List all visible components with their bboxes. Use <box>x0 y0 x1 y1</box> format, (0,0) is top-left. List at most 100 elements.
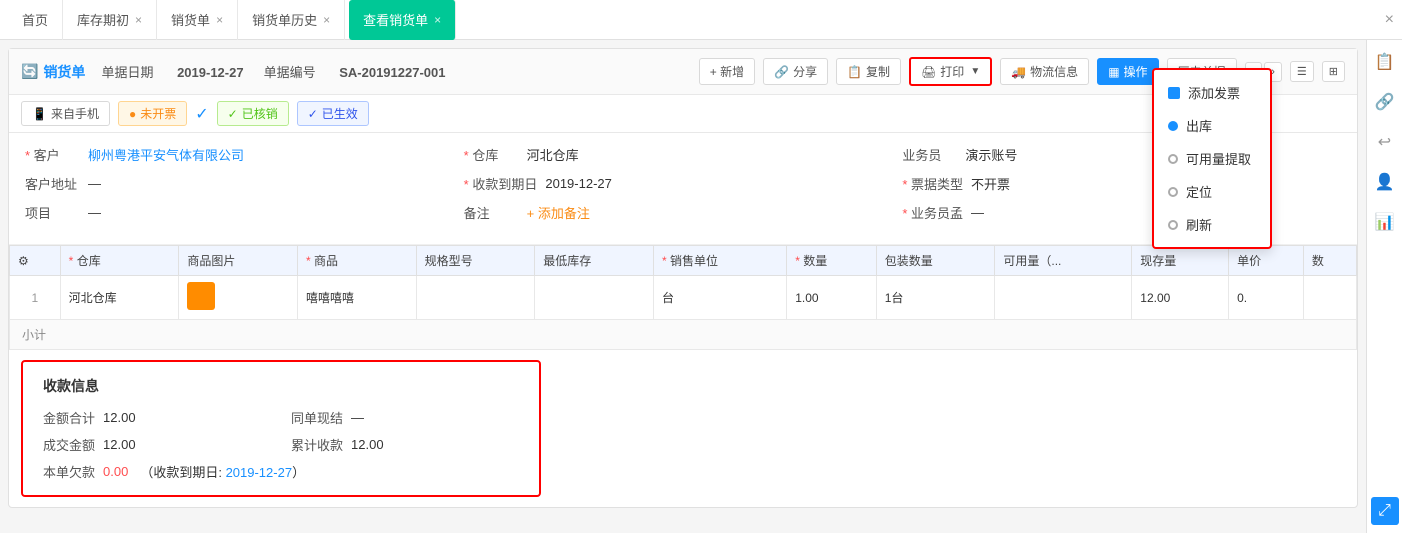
add-remark-btn[interactable]: + 添加备注 <box>527 203 590 222</box>
due-date-field: 收款到期日 2019-12-27 <box>464 174 903 193</box>
sales-manager-value: — <box>971 205 984 220</box>
row-extra <box>1303 276 1356 320</box>
cumulative-value: 12.00 <box>351 437 384 452</box>
address-value: — <box>88 176 101 191</box>
right-sidebar: 📋 🔗 ↩ 👤 📊 ⤢ <box>1366 40 1402 533</box>
customer-field: 客户 柳州粤港平安气体有限公司 <box>25 145 464 164</box>
row-min-stock <box>535 276 654 320</box>
sidebar-icon-1[interactable]: 📋 <box>1371 48 1399 76</box>
layout-button2[interactable]: ⊞ <box>1322 61 1345 82</box>
col-warehouse: 仓库 <box>60 246 179 276</box>
deal-amount-field: 成交金额 12.00 <box>43 435 271 454</box>
col-unit: 销售单位 <box>653 246 786 276</box>
sidebar-icon-3[interactable]: ↩ <box>1371 128 1399 156</box>
subtotal-label: 小计 <box>10 320 1357 350</box>
current-due-value: 0.00 <box>103 464 128 479</box>
dropdown-item-avail[interactable]: 可用量提取 <box>1154 142 1270 175</box>
col-price: 单价 <box>1229 246 1304 276</box>
row-warehouse: 河北仓库 <box>60 276 179 320</box>
same-order-value: — <box>351 410 364 425</box>
row-current: 12.00 <box>1132 276 1229 320</box>
col-qty: 数量 <box>787 246 876 276</box>
row-pkg-qty: 1台 <box>876 276 995 320</box>
warehouse-field: 仓库 河北仓库 <box>464 145 903 164</box>
tab-view-sales[interactable]: 查看销货单 × <box>349 0 456 40</box>
row-qty: 1.00 <box>787 276 876 320</box>
invoice-icon <box>1168 87 1180 99</box>
tab-bar: 首页 库存期初 × 销货单 × 销货单历史 × 查看销货单 × × <box>0 0 1402 40</box>
product-image <box>187 282 215 310</box>
table-header-row: ⚙ 仓库 商品图片 商品 规格型号 最低库存 销售单位 数量 包装数量 可用量（… <box>10 246 1357 276</box>
project-field: 项目 — <box>25 203 464 222</box>
cumulative-field: 累计收款 12.00 <box>291 435 519 454</box>
print-button[interactable]: 🖨 打印 ▼ <box>909 57 992 86</box>
sidebar-icon-5[interactable]: 📊 <box>1371 208 1399 236</box>
tab-close-history[interactable]: × <box>323 13 330 27</box>
row-product: 嘻嘻嘻嘻 <box>297 276 416 320</box>
already-checked-badge: ✓ 已核销 <box>217 101 289 126</box>
table-row: 1 河北仓库 嘻嘻嘻嘻 台 1.00 1台 12 <box>10 276 1357 320</box>
dropdown-item-refresh[interactable]: 刷新 <box>1154 208 1270 241</box>
col-min-stock: 最低库存 <box>535 246 654 276</box>
operation-button[interactable]: ▦ 操作 <box>1097 58 1158 85</box>
layout-button1[interactable]: ☰ <box>1290 61 1314 82</box>
same-order-field: 同单现结 — <box>291 408 519 427</box>
share-button[interactable]: 🔗 分享 <box>763 58 828 85</box>
tab-sales-order[interactable]: 销货单 × <box>157 0 238 40</box>
row-product-img <box>179 276 298 320</box>
col-current: 现存量 <box>1132 246 1229 276</box>
dropdown-item-invoice[interactable]: 添加发票 <box>1154 76 1270 109</box>
amount-total-field: 金额合计 12.00 <box>43 408 271 427</box>
outbound-dot <box>1168 121 1178 131</box>
avail-dot <box>1168 154 1178 164</box>
doc-type-icon: 🔄 <box>21 63 38 80</box>
col-pkg-qty: 包装数量 <box>876 246 995 276</box>
tab-bar-close[interactable]: × <box>1385 11 1394 29</box>
dropdown-item-outbound[interactable]: 出库 <box>1154 109 1270 142</box>
salesperson-field: 业务员 演示账号 <box>902 145 1341 164</box>
not-open-ticket-btn[interactable]: ● 未开票 <box>118 101 187 126</box>
sidebar-icon-2[interactable]: 🔗 <box>1371 88 1399 116</box>
row-unit: 台 <box>653 276 786 320</box>
doc-title: 🔄 销货单 <box>21 62 85 82</box>
sidebar-icon-4[interactable]: 👤 <box>1371 168 1399 196</box>
tab-home[interactable]: 首页 <box>8 0 63 40</box>
address-field: 客户地址 — <box>25 174 464 193</box>
salesperson-value: 演示账号 <box>965 145 1017 164</box>
col-product: 商品 <box>297 246 416 276</box>
refresh-dot <box>1168 220 1178 230</box>
table-wrap: ⚙ 仓库 商品图片 商品 规格型号 最低库存 销售单位 数量 包装数量 可用量（… <box>9 245 1357 350</box>
sidebar-icon-expand[interactable]: ⤢ <box>1371 497 1399 525</box>
col-spec: 规格型号 <box>416 246 535 276</box>
deal-amount-value: 12.00 <box>103 437 136 452</box>
logistics-button[interactable]: 🚚 物流信息 <box>1000 58 1089 85</box>
payment-title: 收款信息 <box>43 376 519 396</box>
row-num: 1 <box>10 276 61 320</box>
dropdown-menu: 添加发票 出库 可用量提取 定位 刷新 <box>1152 68 1272 249</box>
dropdown-item-locate[interactable]: 定位 <box>1154 175 1270 208</box>
tab-close-sales[interactable]: × <box>216 13 223 27</box>
col-more: 数 <box>1303 246 1356 276</box>
ticket-type-value: 不开票 <box>971 174 1010 193</box>
check-icon: ✓ <box>195 104 208 124</box>
subtotal-row: 小计 <box>10 320 1357 350</box>
sales-manager-field: 业务员孟 — <box>902 203 1341 222</box>
warehouse-value: 河北仓库 <box>527 145 579 164</box>
col-avail: 可用量（... <box>995 246 1132 276</box>
copy-button[interactable]: 📋 复制 <box>836 58 901 85</box>
due-date-value: 2019-12-27 <box>545 176 612 191</box>
tab-close-view[interactable]: × <box>434 13 441 27</box>
new-button[interactable]: + 新增 <box>699 58 755 85</box>
ticket-type-field: 票据类型 不开票 <box>902 174 1341 193</box>
col-settings[interactable]: ⚙ <box>10 246 61 276</box>
row-avail <box>995 276 1132 320</box>
doc-meta: 单据日期 2019-12-27 单据编号 SA-20191227-001 <box>101 62 465 81</box>
payment-section: 收款信息 金额合计 12.00 同单现结 — 成交金额 12.00 <box>21 360 541 497</box>
tab-sales-history[interactable]: 销货单历史 × <box>238 0 345 40</box>
tab-inventory-init[interactable]: 库存期初 × <box>63 0 157 40</box>
remark-field: 备注 + 添加备注 <box>464 203 903 222</box>
locate-dot <box>1168 187 1178 197</box>
customer-value[interactable]: 柳州粤港平安气体有限公司 <box>88 145 244 164</box>
from-mobile-btn[interactable]: 📱 来自手机 <box>21 101 110 126</box>
tab-close-inventory[interactable]: × <box>135 13 142 27</box>
